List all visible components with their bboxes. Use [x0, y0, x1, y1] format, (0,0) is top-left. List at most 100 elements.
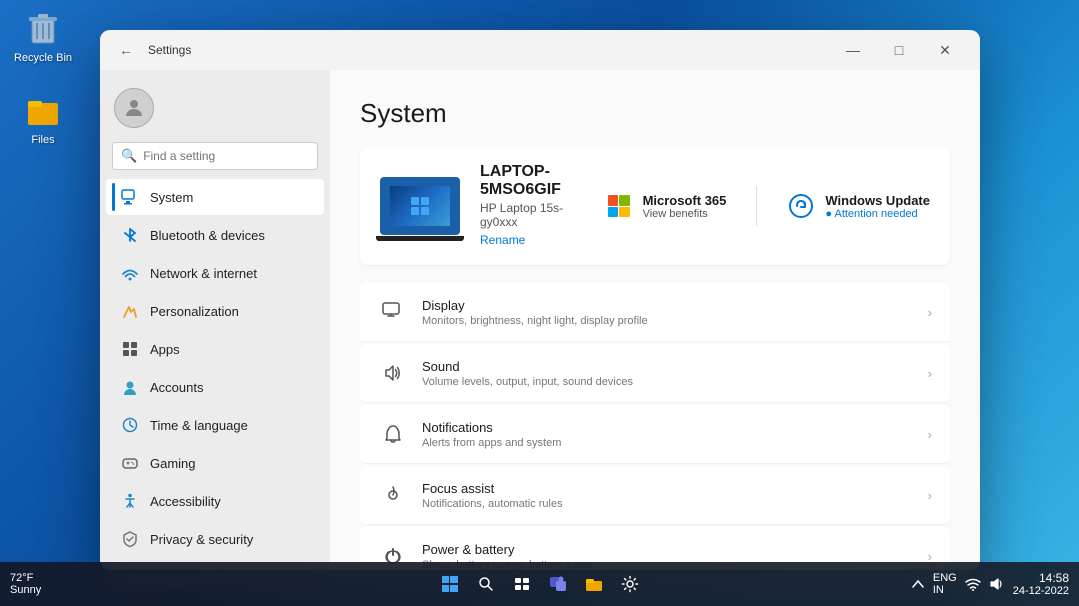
display-icon — [378, 297, 408, 327]
window-title: Settings — [148, 43, 830, 57]
sidebar-gaming-label: Gaming — [150, 456, 196, 471]
sidebar-accounts-label: Accounts — [150, 380, 203, 395]
winupdate-icon — [787, 192, 815, 220]
network-icon — [120, 263, 140, 283]
notifications-title: Notifications — [422, 420, 914, 435]
settings-list: Display Monitors, brightness, night ligh… — [360, 283, 950, 570]
notifications-icon — [378, 419, 408, 449]
volume-icon — [989, 577, 1005, 591]
start-button[interactable] — [434, 568, 466, 600]
bluetooth-icon — [120, 225, 140, 245]
sidebar-time-label: Time & language — [150, 418, 248, 433]
focus-text: Focus assist Notifications, automatic ru… — [422, 481, 914, 510]
taskbar-taskview-button[interactable] — [506, 568, 538, 600]
taskbar-settings-button[interactable] — [614, 568, 646, 600]
notifications-chevron: › — [928, 427, 932, 442]
close-button[interactable]: ✕ — [922, 35, 968, 65]
sidebar-item-accounts[interactable]: Accounts — [106, 369, 324, 405]
taskbar-search-button[interactable] — [470, 568, 502, 600]
ms365-text: Microsoft 365 View benefits — [643, 193, 727, 220]
settings-body: 🔍 System — [100, 70, 980, 570]
avatar — [114, 88, 154, 128]
display-title: Display — [422, 298, 914, 313]
minimize-button[interactable]: — — [830, 35, 876, 65]
sidebar-apps-label: Apps — [150, 342, 180, 357]
focus-setting[interactable]: Focus assist Notifications, automatic ru… — [360, 466, 950, 525]
page-title: System — [360, 98, 950, 129]
display-desc: Monitors, brightness, night light, displ… — [422, 315, 914, 327]
current-time: 14:58 — [1013, 571, 1069, 585]
vertical-divider — [756, 186, 757, 226]
search-box[interactable]: 🔍 — [112, 142, 318, 170]
user-avatar-section[interactable] — [100, 78, 330, 142]
wifi-icon — [965, 577, 981, 591]
sidebar-item-bluetooth[interactable]: Bluetooth & devices — [106, 217, 324, 253]
recycle-bin-image — [23, 8, 63, 48]
taskbar: 72°F Sunny — [0, 562, 1079, 606]
sidebar-item-personalization[interactable]: Personalization — [106, 293, 324, 329]
sidebar-item-privacy[interactable]: Privacy & security — [106, 521, 324, 557]
weather-condition: Sunny — [10, 584, 41, 596]
laptop-screen — [390, 186, 450, 226]
device-card: LAPTOP-5MSO6GIF HP Laptop 15s-gy0xxx Ren… — [360, 147, 950, 265]
gaming-icon — [120, 453, 140, 473]
main-content: System LAPTOP-5MSO6GIF HP Lap — [330, 70, 980, 570]
recycle-bin-label: Recycle Bin — [14, 52, 72, 64]
winupdate-sublabel: ● Attention needed — [825, 208, 930, 220]
windows-logo — [442, 576, 458, 592]
sidebar-personalization-label: Personalization — [150, 304, 239, 319]
language-indicator: ENGIN — [933, 572, 957, 596]
sound-desc: Volume levels, output, input, sound devi… — [422, 376, 914, 388]
sidebar-item-system[interactable]: System — [106, 179, 324, 215]
sidebar-item-apps[interactable]: Apps — [106, 331, 324, 367]
personalization-icon — [120, 301, 140, 321]
focus-desc: Notifications, automatic rules — [422, 498, 914, 510]
taskbar-center — [434, 568, 646, 600]
focus-chevron: › — [928, 488, 932, 503]
sidebar-item-gaming[interactable]: Gaming — [106, 445, 324, 481]
sound-setting[interactable]: Sound Volume levels, output, input, soun… — [360, 344, 950, 403]
taskbar-left: 72°F Sunny — [10, 572, 45, 596]
maximize-button[interactable]: □ — [876, 35, 922, 65]
current-date: 24-12-2022 — [1013, 585, 1069, 597]
sound-title: Sound — [422, 359, 914, 374]
search-input[interactable] — [143, 149, 309, 163]
taskbar-explorer-button[interactable] — [578, 568, 610, 600]
sidebar-network-label: Network & internet — [150, 266, 257, 281]
ms365-label: Microsoft 365 — [643, 193, 727, 208]
settings-window: ← Settings — □ ✕ 🔍 — [100, 30, 980, 570]
device-name: LAPTOP-5MSO6GIF — [480, 163, 585, 199]
notifications-desc: Alerts from apps and system — [422, 437, 914, 449]
accounts-icon — [120, 377, 140, 397]
chevron-up-icon — [911, 577, 925, 591]
laptop-preview — [380, 177, 460, 235]
search-icon: 🔍 — [121, 148, 137, 164]
title-bar: ← Settings — □ ✕ — [100, 30, 980, 70]
files-label: Files — [31, 134, 54, 146]
focus-title: Focus assist — [422, 481, 914, 496]
time-icon — [120, 415, 140, 435]
back-button[interactable]: ← — [112, 36, 140, 64]
sidebar-item-accessibility[interactable]: Accessibility — [106, 483, 324, 519]
ms365-item: Microsoft 365 View benefits — [605, 192, 727, 220]
window-controls: — □ ✕ — [830, 35, 968, 65]
files-icon[interactable]: Files — [8, 90, 78, 146]
rename-link[interactable]: Rename — [480, 233, 525, 247]
display-setting[interactable]: Display Monitors, brightness, night ligh… — [360, 283, 950, 342]
notifications-setting[interactable]: Notifications Alerts from apps and syste… — [360, 405, 950, 464]
focus-icon — [378, 480, 408, 510]
accessibility-icon — [120, 491, 140, 511]
display-chevron: › — [928, 305, 932, 320]
sidebar-system-label: System — [150, 190, 193, 205]
privacy-icon — [120, 529, 140, 549]
sidebar-accessibility-label: Accessibility — [150, 494, 221, 509]
sidebar-bluetooth-label: Bluetooth & devices — [150, 228, 265, 243]
recycle-bin-icon[interactable]: Recycle Bin — [8, 8, 78, 64]
taskbar-teams-button[interactable] — [542, 568, 574, 600]
sidebar-item-time[interactable]: Time & language — [106, 407, 324, 443]
sound-chevron: › — [928, 366, 932, 381]
sidebar-privacy-label: Privacy & security — [150, 532, 253, 547]
device-extras: Microsoft 365 View benefits — [605, 186, 930, 226]
sidebar-item-network[interactable]: Network & internet — [106, 255, 324, 291]
sound-text: Sound Volume levels, output, input, soun… — [422, 359, 914, 388]
